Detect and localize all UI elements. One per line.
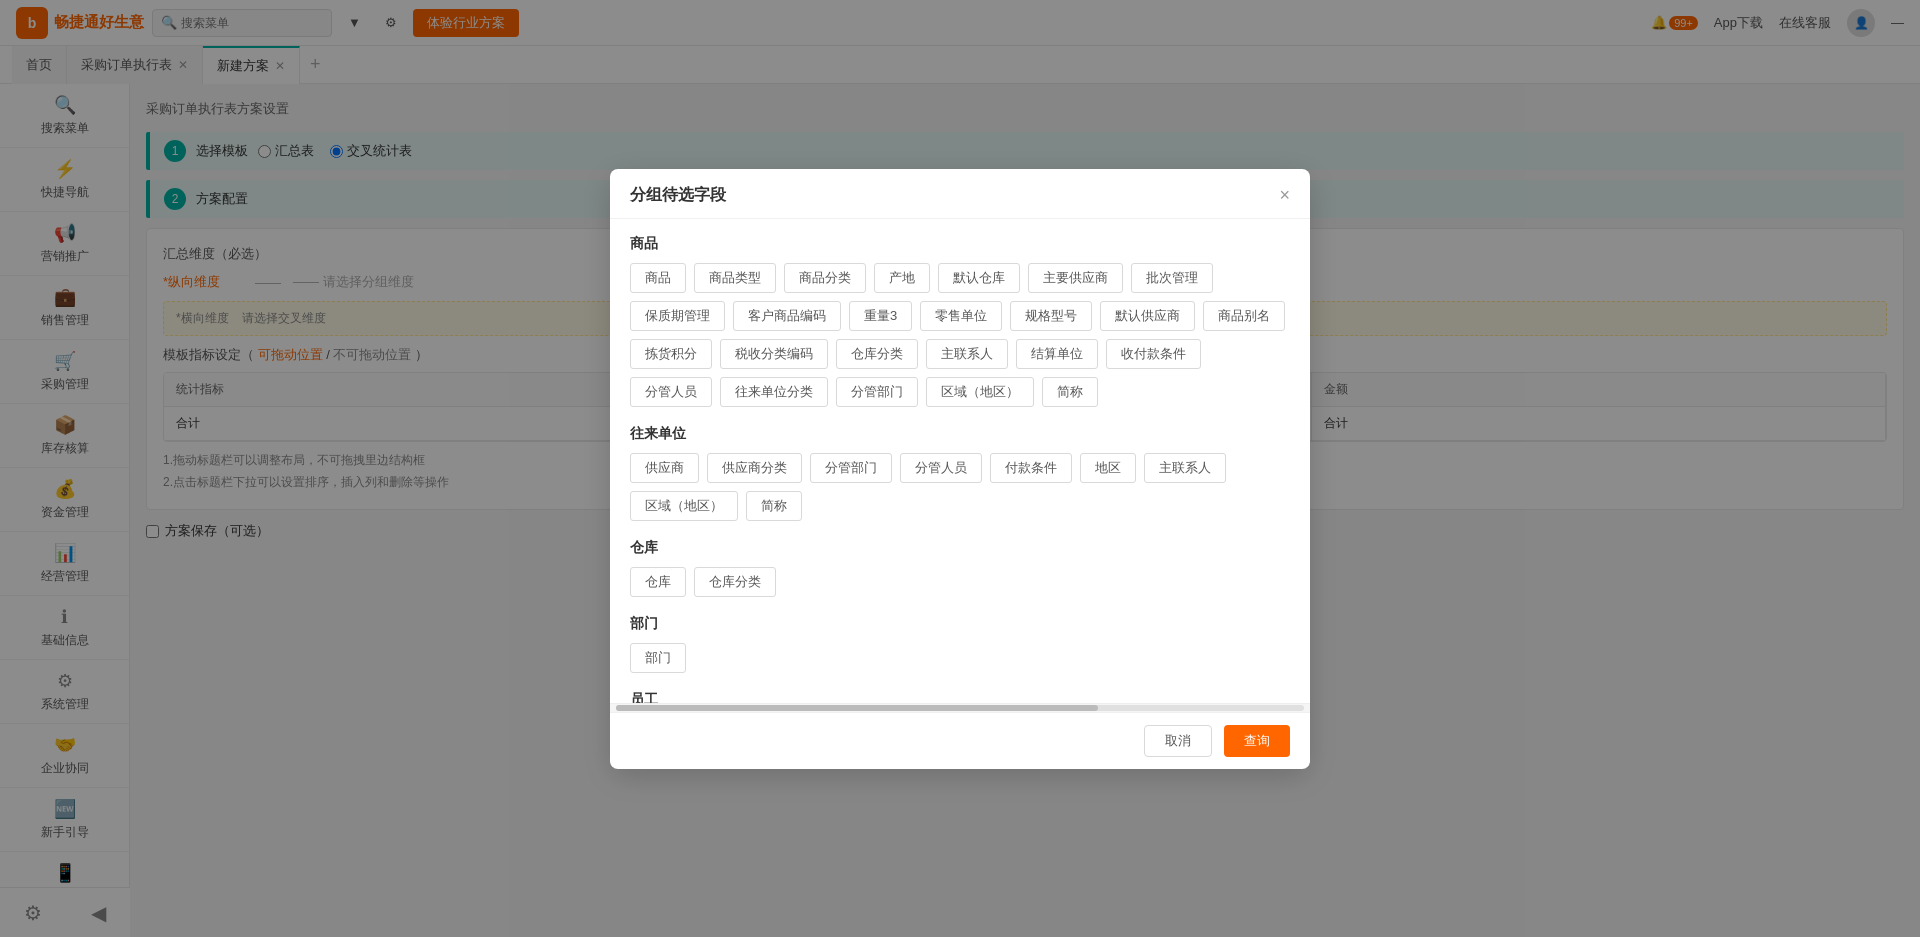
field-tag-partner-manager[interactable]: 分管人员 [900,453,982,483]
field-tag-spec-model[interactable]: 规格型号 [1010,301,1092,331]
field-tags-partner: 供应商 供应商分类 分管部门 分管人员 付款条件 地区 主联系人 区域（地区） … [630,453,1290,521]
field-tag-retail-unit[interactable]: 零售单位 [920,301,1002,331]
field-group-product-title: 商品 [630,235,1290,253]
field-tags-department: 部门 [630,643,1290,673]
field-tag-warehouse-cat[interactable]: 仓库分类 [694,567,776,597]
field-group-partner: 往来单位 供应商 供应商分类 分管部门 分管人员 付款条件 地区 主联系人 区域… [630,425,1290,521]
field-tag-tax-code[interactable]: 税收分类编码 [720,339,828,369]
modal-body: 商品 商品 商品类型 商品分类 产地 默认仓库 主要供应商 批次管理 保质期管理… [610,219,1310,703]
field-tag-product[interactable]: 商品 [630,263,686,293]
field-group-department: 部门 部门 [630,615,1290,673]
modal-select-field: 分组待选字段 × 商品 商品 商品类型 商品分类 产地 默认仓库 主要供应商 批… [610,169,1310,769]
modal-footer: 取消 查询 [610,712,1310,769]
modal-close-btn[interactable]: × [1279,186,1290,204]
hscroll-thumb [616,705,1098,711]
hscroll-track[interactable] [616,705,1304,711]
field-group-employee-title: 员工 [630,691,1290,703]
field-tag-transaction-category[interactable]: 往来单位分类 [720,377,828,407]
field-tag-pick-points[interactable]: 拣货积分 [630,339,712,369]
field-tag-warehouse-category[interactable]: 仓库分类 [836,339,918,369]
field-tag-department[interactable]: 部门 [630,643,686,673]
field-tag-partner-contact[interactable]: 主联系人 [1144,453,1226,483]
field-group-product: 商品 商品 商品类型 商品分类 产地 默认仓库 主要供应商 批次管理 保质期管理… [630,235,1290,407]
field-tag-customer-code[interactable]: 客户商品编码 [733,301,841,331]
field-tag-payment-terms[interactable]: 收付款条件 [1106,339,1201,369]
field-tag-expiry-mgmt[interactable]: 保质期管理 [630,301,725,331]
field-tag-origin[interactable]: 产地 [874,263,930,293]
modal-title: 分组待选字段 [630,185,726,206]
field-group-employee: 员工 业务员 [630,691,1290,703]
field-tag-product-type[interactable]: 商品类型 [694,263,776,293]
field-tag-partner-abbr[interactable]: 简称 [746,491,802,521]
modal-hscroll [610,703,1310,712]
field-tags-warehouse: 仓库 仓库分类 [630,567,1290,597]
field-tag-default-supplier[interactable]: 默认供应商 [1100,301,1195,331]
field-tag-product-category[interactable]: 商品分类 [784,263,866,293]
field-tag-partner-region[interactable]: 区域（地区） [630,491,738,521]
field-tag-manager[interactable]: 分管人员 [630,377,712,407]
field-group-department-title: 部门 [630,615,1290,633]
field-tag-default-warehouse[interactable]: 默认仓库 [938,263,1020,293]
field-tag-supplier[interactable]: 供应商 [630,453,699,483]
field-tag-payment-condition[interactable]: 付款条件 [990,453,1072,483]
field-tag-warehouse[interactable]: 仓库 [630,567,686,597]
field-tag-batch-mgmt[interactable]: 批次管理 [1131,263,1213,293]
field-tag-dept[interactable]: 分管部门 [836,377,918,407]
field-group-partner-title: 往来单位 [630,425,1290,443]
modal-header: 分组待选字段 × [610,169,1310,219]
confirm-button[interactable]: 查询 [1224,725,1290,757]
field-group-warehouse: 仓库 仓库 仓库分类 [630,539,1290,597]
field-tag-region[interactable]: 区域（地区） [926,377,1034,407]
field-tag-main-supplier[interactable]: 主要供应商 [1028,263,1123,293]
field-tag-abbr[interactable]: 简称 [1042,377,1098,407]
field-tag-supplier-category[interactable]: 供应商分类 [707,453,802,483]
field-tags-product: 商品 商品类型 商品分类 产地 默认仓库 主要供应商 批次管理 保质期管理 客户… [630,263,1290,407]
field-tag-area[interactable]: 地区 [1080,453,1136,483]
cancel-button[interactable]: 取消 [1144,725,1212,757]
field-tag-settlement-unit[interactable]: 结算单位 [1016,339,1098,369]
field-tag-partner-dept[interactable]: 分管部门 [810,453,892,483]
field-tag-product-alias[interactable]: 商品别名 [1203,301,1285,331]
field-tag-main-contact[interactable]: 主联系人 [926,339,1008,369]
field-tag-weight3[interactable]: 重量3 [849,301,912,331]
field-group-warehouse-title: 仓库 [630,539,1290,557]
